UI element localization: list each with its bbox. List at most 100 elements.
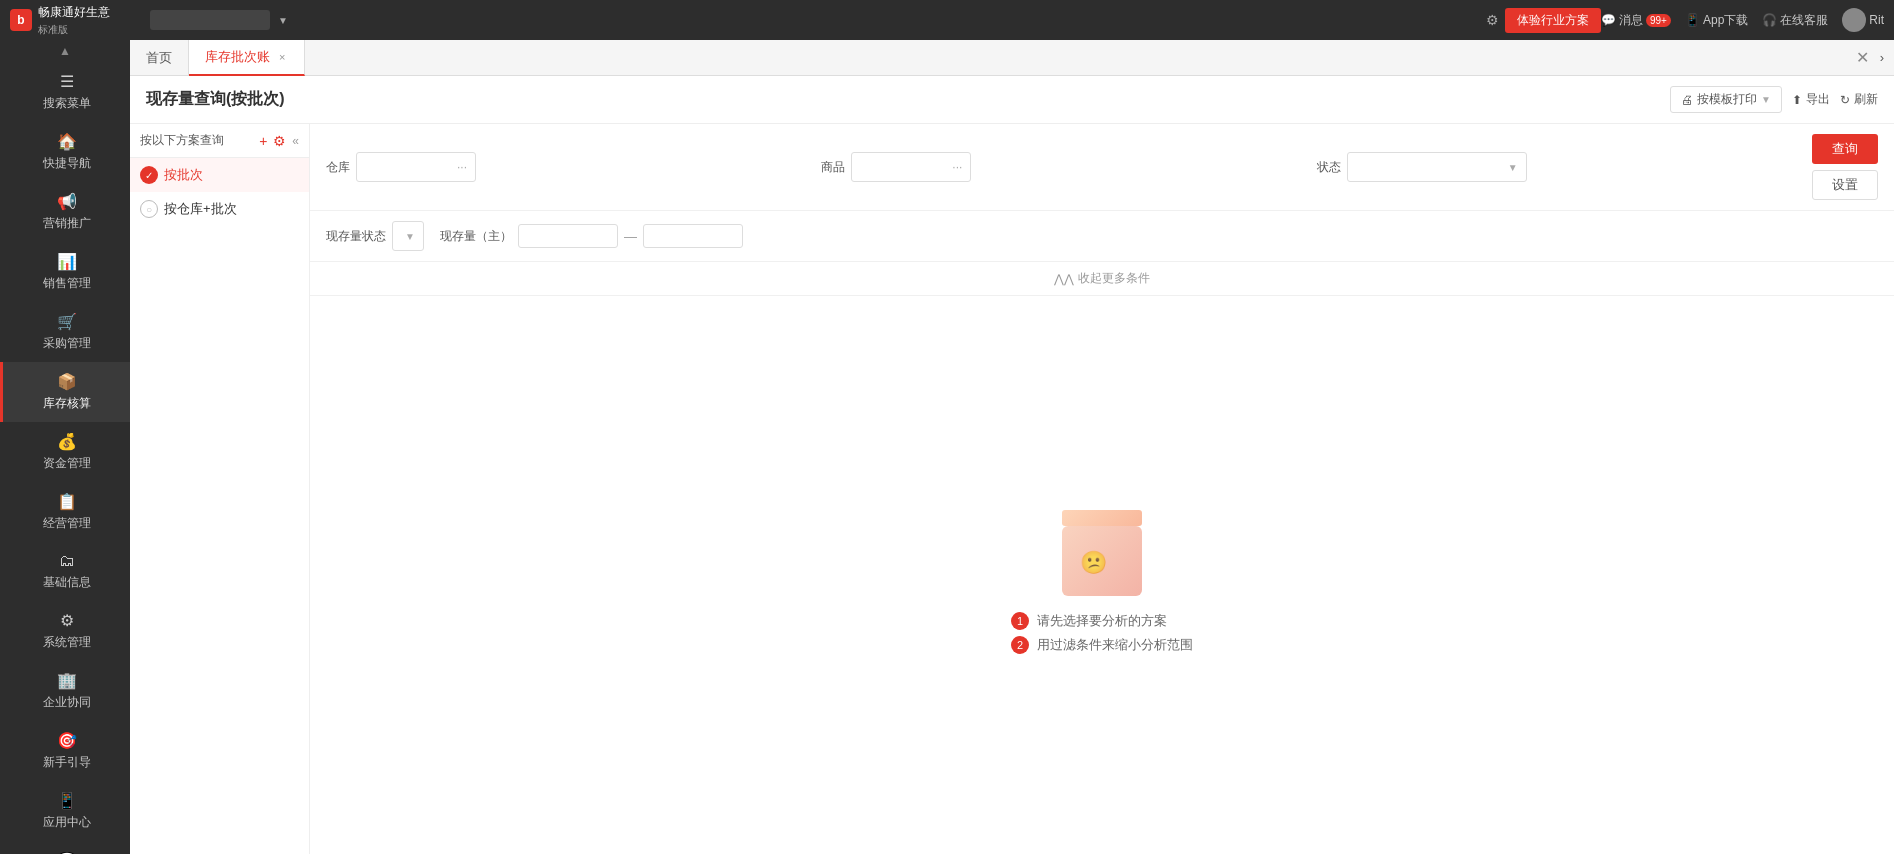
scheme-list: ✓ 按批次 ○ 按仓库+批次	[130, 158, 309, 854]
finance-icon: 💰	[57, 432, 77, 451]
goods-more-icon[interactable]: ···	[952, 160, 962, 174]
refresh-icon: ↻	[1840, 93, 1850, 107]
apps-icon: 📱	[57, 791, 77, 810]
tab-home-label: 首页	[146, 49, 172, 67]
sidebar-item-quick-nav[interactable]: 🏠 快捷导航	[0, 122, 130, 182]
stock-status-dropdown[interactable]: ▼	[392, 221, 424, 251]
collapse-more-label: 收起更多条件	[1078, 270, 1150, 287]
sidebar-item-label: 新手引导	[43, 754, 91, 771]
scheme-header-icons: + ⚙ «	[259, 133, 299, 149]
sidebar-item-system[interactable]: ⚙ 系统管理	[0, 601, 130, 661]
sidebar-item-operation[interactable]: 📋 经营管理	[0, 482, 130, 542]
scheme-add-icon[interactable]: +	[259, 133, 267, 149]
export-button[interactable]: ⬆ 导出	[1792, 91, 1830, 108]
phone-icon: 📱	[1685, 13, 1700, 27]
tab-inventory-batch-label: 库存批次账	[205, 48, 270, 66]
settings-icon[interactable]: ⚙	[1486, 12, 1499, 28]
sidebar-item-label: 搜索菜单	[43, 95, 91, 112]
sidebar-item-search-menu[interactable]: ☰ 搜索菜单	[0, 62, 130, 122]
sidebar-scroll-up[interactable]: ▲	[0, 40, 130, 62]
hint-num-1: 1	[1011, 612, 1029, 630]
scheme-item-by-warehouse-batch[interactable]: ○ 按仓库+批次	[130, 192, 309, 226]
sidebar-item-purchase[interactable]: 🛒 采购管理	[0, 302, 130, 362]
user-avatar-item[interactable]: Rit	[1842, 8, 1884, 32]
print-button[interactable]: 🖨 按模板打印 ▼	[1670, 86, 1782, 113]
header-search: ▼	[150, 10, 1486, 30]
warehouse-filter-group: 仓库 ···	[326, 152, 805, 182]
status-chevron-icon: ▼	[1508, 162, 1518, 173]
main-layout: ▲ ☰ 搜索菜单 🏠 快捷导航 📢 营销推广 📊 销售管理 🛒 采购管理 📦 库…	[0, 40, 1894, 854]
content-area: 首页 库存批次账 × ✕ › 现存量查询(按批次) 🖨 按模板打印 ▼	[130, 40, 1894, 854]
system-icon: ⚙	[60, 611, 74, 630]
brand: b 畅康通好生意 标准版	[10, 4, 140, 37]
marketing-icon: 📢	[57, 192, 77, 211]
collapse-more-button[interactable]: ⋀⋀ 收起更多条件	[310, 262, 1894, 296]
settings-button[interactable]: 设置	[1812, 170, 1878, 200]
stock-amount-min-input[interactable]	[518, 224, 618, 248]
brand-info: 畅康通好生意 标准版	[38, 4, 110, 37]
sidebar-item-label: 基础信息	[43, 574, 91, 591]
sidebar-item-marketing[interactable]: 📢 营销推广	[0, 182, 130, 242]
top-header: b 畅康通好生意 标准版 ▼ ⚙ 体验行业方案 💬 消息 99+ 📱 App下载…	[0, 0, 1894, 40]
status-filter-group: 状态 ▼	[1317, 152, 1796, 182]
collapse-chevron-up-icon: ⋀⋀	[1054, 272, 1074, 286]
experience-button[interactable]: 体验行业方案	[1505, 8, 1601, 33]
sidebar-item-wechat[interactable]: 💬 企业微信	[0, 841, 130, 854]
empty-state: 😕 1 请先选择要分析的方案 2 用过滤条件来缩小分析范围	[310, 296, 1894, 854]
inner-content: 按以下方案查询 + ⚙ « ✓ 按批次	[130, 124, 1894, 854]
stock-amount-max-input[interactable]	[643, 224, 743, 248]
scheme-header-label: 按以下方案查询	[140, 132, 224, 149]
brand-name: 畅康通好生意	[38, 4, 110, 21]
hint-text-2: 用过滤条件来缩小分析范围	[1037, 636, 1193, 654]
warehouse-more-icon[interactable]: ···	[457, 160, 467, 174]
sidebar-item-label: 资金管理	[43, 455, 91, 472]
stock-amount-label: 现存量（主）	[440, 228, 512, 245]
message-icon-item[interactable]: 💬 消息 99+	[1601, 12, 1671, 29]
brand-logo: b	[10, 9, 32, 31]
empty-box-top	[1062, 510, 1142, 526]
empty-hints: 1 请先选择要分析的方案 2 用过滤条件来缩小分析范围	[1011, 612, 1193, 654]
sidebar-item-sales[interactable]: 📊 销售管理	[0, 242, 130, 302]
tab-bar: 首页 库存批次账 × ✕ ›	[130, 40, 1894, 76]
sidebar-item-enterprise[interactable]: 🏢 企业协同	[0, 661, 130, 721]
sidebar-item-label: 库存核算	[43, 395, 91, 412]
page-actions: 🖨 按模板打印 ▼ ⬆ 导出 ↻ 刷新	[1670, 86, 1878, 113]
empty-hint-1: 1 请先选择要分析的方案	[1011, 612, 1193, 630]
sidebar-item-label: 经营管理	[43, 515, 91, 532]
warehouse-select[interactable]: ···	[356, 152, 476, 182]
sales-icon: 📊	[57, 252, 77, 271]
brand-edition: 标准版	[38, 23, 110, 37]
stock-status-label: 现存量状态	[326, 228, 386, 245]
sidebar-item-finance[interactable]: 💰 资金管理	[0, 422, 130, 482]
sidebar-item-apps[interactable]: 📱 应用中心	[0, 781, 130, 841]
tab-home[interactable]: 首页	[130, 40, 189, 76]
scheme-settings-icon[interactable]: ⚙	[273, 133, 286, 149]
query-button[interactable]: 查询	[1812, 134, 1878, 164]
tab-close-x-icon[interactable]: ✕	[1851, 46, 1874, 69]
scheme-item-by-batch[interactable]: ✓ 按批次	[130, 158, 309, 192]
app-download-item[interactable]: 📱 App下载	[1685, 12, 1748, 29]
search-dropdown-icon[interactable]: ▼	[278, 15, 288, 26]
status-dropdown[interactable]: ▼	[1347, 152, 1527, 182]
scheme-circle-icon: ○	[146, 204, 152, 215]
sidebar-item-inventory[interactable]: 📦 库存核算	[0, 362, 130, 422]
customer-service-item[interactable]: 🎧 在线客服	[1762, 12, 1828, 29]
search-menu-icon: ☰	[60, 72, 74, 91]
sidebar-item-basic[interactable]: 🗂 基础信息	[0, 542, 130, 601]
customer-service-label: 在线客服	[1780, 12, 1828, 29]
sidebar-item-newbie[interactable]: 🎯 新手引导	[0, 721, 130, 781]
scheme-collapse-icon[interactable]: «	[292, 134, 299, 148]
empty-face-icon: 😕	[1080, 550, 1107, 576]
tab-inventory-batch[interactable]: 库存批次账 ×	[189, 40, 305, 76]
stock-amount-group: 现存量（主） —	[440, 224, 1878, 248]
stock-status-chevron-icon: ▼	[405, 231, 415, 242]
search-input[interactable]	[150, 10, 270, 30]
stock-amount-dash: —	[624, 229, 637, 244]
tab-close-button[interactable]: ×	[276, 50, 288, 64]
goods-select[interactable]: ···	[851, 152, 971, 182]
sidebar-item-label: 快捷导航	[43, 155, 91, 172]
page-header: 现存量查询(按批次) 🖨 按模板打印 ▼ ⬆ 导出 ↻ 刷新	[130, 76, 1894, 124]
headset-icon: 🎧	[1762, 13, 1777, 27]
tab-chevron-icon[interactable]: ›	[1880, 50, 1884, 65]
refresh-button[interactable]: ↻ 刷新	[1840, 91, 1878, 108]
